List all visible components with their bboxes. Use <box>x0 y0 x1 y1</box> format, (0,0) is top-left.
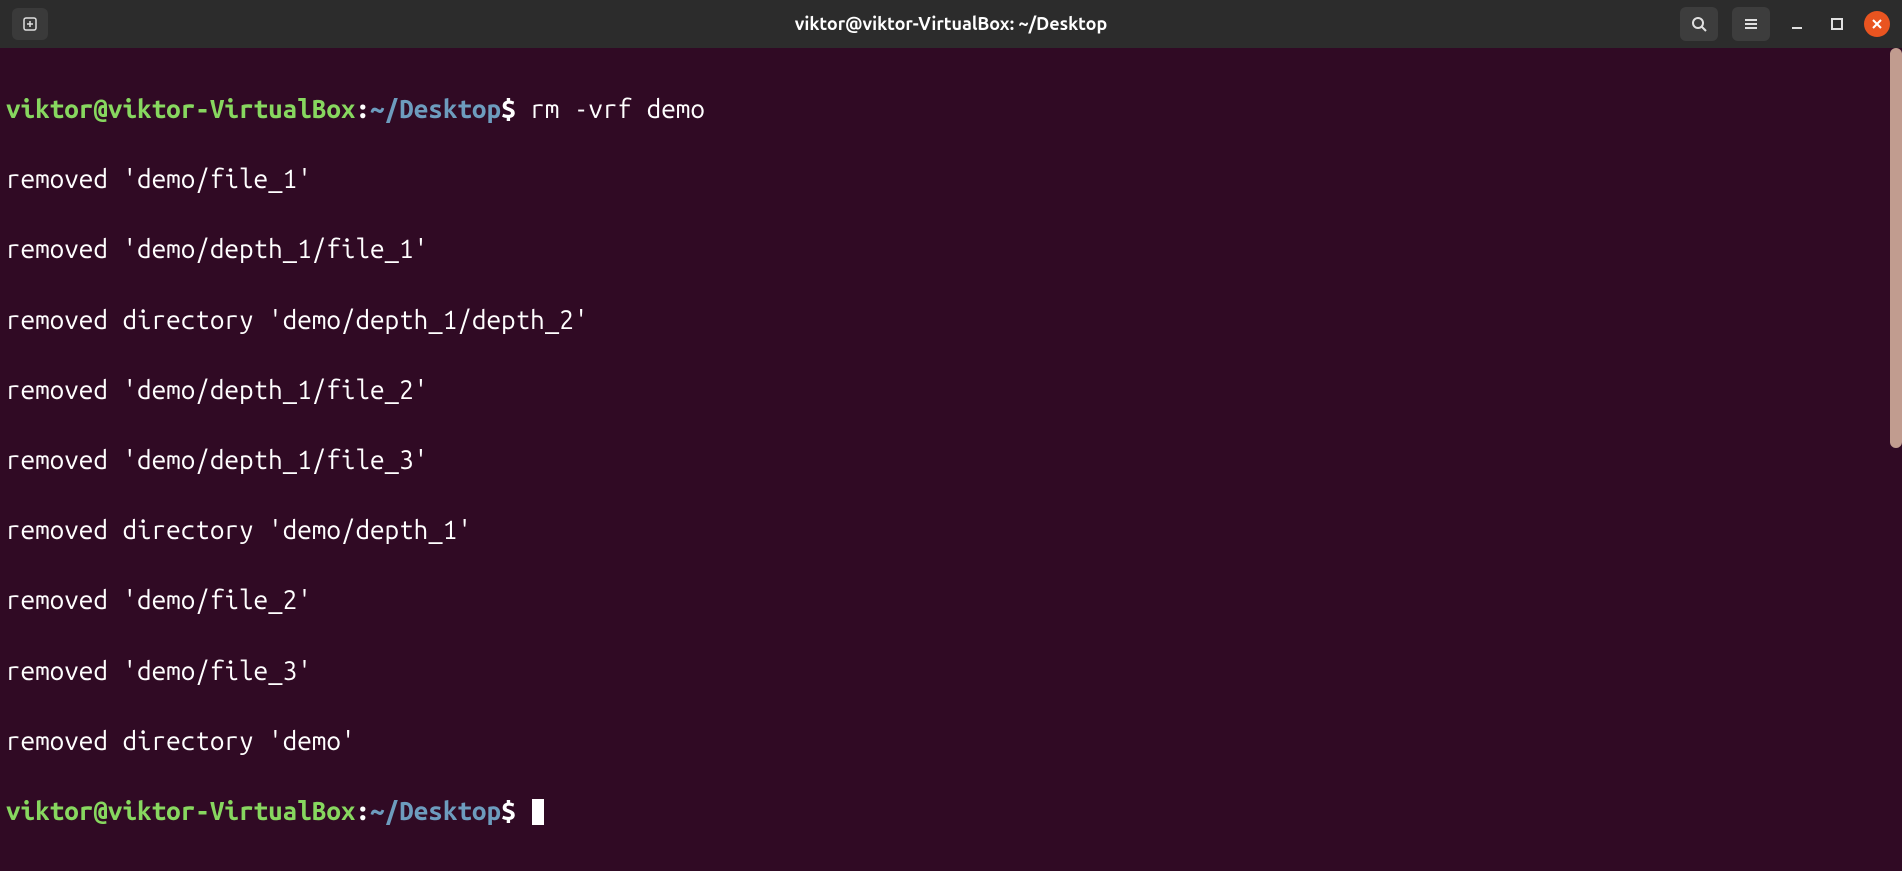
new-tab-button[interactable] <box>12 8 48 40</box>
hamburger-icon <box>1742 15 1760 33</box>
maximize-icon <box>1830 17 1844 31</box>
output-line: removed 'demo/file_2' <box>6 582 1896 617</box>
output-line: removed directory 'demo' <box>6 723 1896 758</box>
search-icon <box>1690 15 1708 33</box>
terminal-cursor <box>532 799 544 825</box>
titlebar-left <box>12 8 48 40</box>
command-text: rm -vrf demo <box>530 94 705 123</box>
close-button[interactable] <box>1864 11 1890 37</box>
output-line: removed 'demo/file_1' <box>6 161 1896 196</box>
output-line: removed directory 'demo/depth_1/depth_2' <box>6 302 1896 337</box>
prompt-symbol: $ <box>501 94 516 123</box>
output-line: removed directory 'demo/depth_1' <box>6 512 1896 547</box>
scrollbar[interactable] <box>1890 48 1902 448</box>
prompt-path: ~/Desktop <box>370 796 501 825</box>
titlebar-right <box>1680 7 1890 41</box>
output-line: removed 'demo/depth_1/file_2' <box>6 372 1896 407</box>
output-line: removed 'demo/file_3' <box>6 653 1896 688</box>
prompt-user-host: viktor@viktor-VirtualBox <box>6 796 355 825</box>
window-titlebar: viktor@viktor-VirtualBox: ~/Desktop <box>0 0 1902 48</box>
prompt-colon: : <box>355 796 370 825</box>
terminal-content[interactable]: viktor@viktor-VirtualBox:~/Desktop$ rm -… <box>0 48 1902 871</box>
prompt-path: ~/Desktop <box>370 94 501 123</box>
prompt-line: viktor@viktor-VirtualBox:~/Desktop$ <box>6 793 1896 828</box>
close-icon <box>1871 18 1883 30</box>
prompt-colon: : <box>355 94 370 123</box>
prompt-symbol: $ <box>501 796 516 825</box>
command-line: viktor@viktor-VirtualBox:~/Desktop$ rm -… <box>6 91 1896 126</box>
output-line: removed 'demo/depth_1/file_3' <box>6 442 1896 477</box>
maximize-button[interactable] <box>1824 11 1850 37</box>
prompt-user-host: viktor@viktor-VirtualBox <box>6 94 355 123</box>
new-tab-icon <box>21 15 39 33</box>
window-title: viktor@viktor-VirtualBox: ~/Desktop <box>795 14 1107 34</box>
minimize-icon <box>1790 17 1804 31</box>
minimize-button[interactable] <box>1784 11 1810 37</box>
search-button[interactable] <box>1680 7 1718 41</box>
menu-button[interactable] <box>1732 7 1770 41</box>
output-line: removed 'demo/depth_1/file_1' <box>6 231 1896 266</box>
